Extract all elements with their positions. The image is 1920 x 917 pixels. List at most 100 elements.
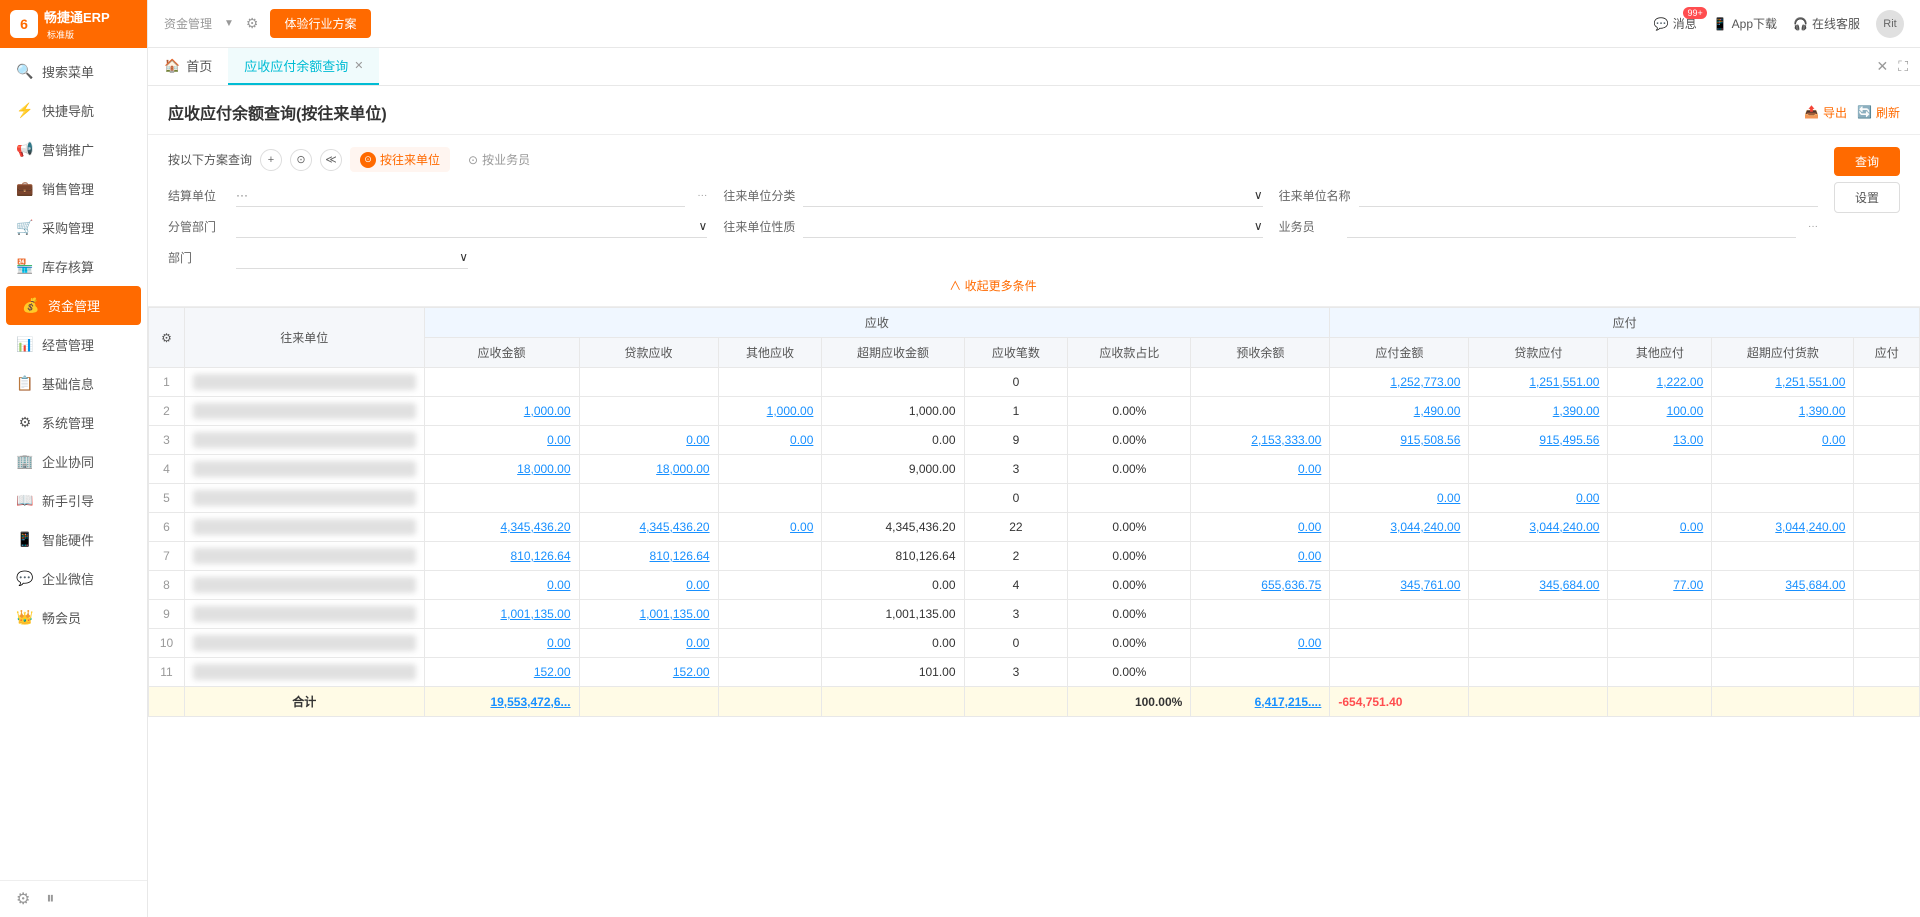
partner-cell[interactable] [185, 368, 425, 397]
dropdown3-icon: ∨ [1254, 219, 1263, 233]
collapse-label: 收起更多条件 [965, 279, 1037, 293]
app-download-button[interactable]: 📱 App下载 [1713, 15, 1777, 32]
query-buttons: 查询 设置 [1834, 147, 1900, 294]
footer-loan-payable [1469, 687, 1608, 717]
partner-nature-label: 往来单位性质 [723, 218, 795, 235]
sidebar-item-system[interactable]: ⚙ 系统管理 [0, 403, 147, 442]
user-avatar[interactable]: Rit [1876, 10, 1904, 38]
add-icon: + [268, 154, 274, 166]
sidebar-label-finance: 资金管理 [48, 296, 100, 315]
col-prepaid-balance: 预收余额 [1191, 338, 1330, 368]
copy-scheme-button[interactable]: ⊙ [290, 149, 312, 171]
partner-cell[interactable] [185, 600, 425, 629]
footer-receivable-amount[interactable]: 19,553,472,6... [424, 687, 579, 717]
newbie-icon: 📖 [16, 492, 34, 509]
sidebar-settings-icon[interactable]: ⚙ [16, 889, 30, 909]
sidebar-item-guide[interactable]: ⚡ 快捷导航 [0, 91, 147, 130]
table-settings-header[interactable]: ⚙ [149, 308, 185, 368]
topbar-gear-icon[interactable]: ⚙ [246, 15, 259, 32]
partner-cell[interactable] [185, 484, 425, 513]
filter-row-3: 部门 ∨ [168, 246, 1818, 269]
tab-query[interactable]: 应收应付余额查询 ✕ [228, 48, 379, 85]
partner-category-select[interactable]: ∨ [803, 184, 1262, 207]
salesperson-more[interactable]: ··· [1808, 221, 1818, 232]
filter-collapse-button[interactable]: ∧ 收起更多条件 [168, 269, 1818, 294]
close-window-icon[interactable]: ✕ [1876, 58, 1888, 75]
dropdown4-icon: ∨ [459, 250, 468, 264]
supervisor-dept-select[interactable]: ∨ [236, 215, 707, 238]
table-row: 101,252,773.001,251,551.001,222.001,251,… [149, 368, 1920, 397]
partner-cell[interactable] [185, 426, 425, 455]
department-select[interactable]: ∨ [236, 246, 468, 269]
salesperson-label: 业务员 [1279, 218, 1339, 235]
partner-cell[interactable] [185, 397, 425, 426]
back-button[interactable]: ≪ [320, 149, 342, 171]
scheme-active-icon: ⊙ [360, 152, 376, 168]
sidebar-item-smart[interactable]: 📱 智能硬件 [0, 520, 147, 559]
scheme-partner-button[interactable]: ⊙ 按往来单位 [350, 147, 450, 172]
salesperson-input[interactable] [1347, 215, 1796, 238]
export-button[interactable]: 📤 导出 [1804, 104, 1847, 121]
add-scheme-button[interactable]: + [260, 149, 282, 171]
partner-cell[interactable] [185, 658, 425, 687]
settlement-unit-input[interactable] [236, 184, 685, 207]
col-loan-receivable: 贷款应收 [579, 338, 718, 368]
topbar-dropdown-icon[interactable]: ▼ [224, 18, 234, 29]
sidebar-item-inventory[interactable]: 🏪 库存核算 [0, 247, 147, 286]
partner-name-label: 往来单位名称 [1279, 187, 1351, 204]
sidebar-item-basic[interactable]: 📋 基础信息 [0, 364, 147, 403]
tab-close-icon[interactable]: ✕ [354, 59, 363, 72]
department-label: 部门 [168, 249, 228, 266]
partner-cell[interactable] [185, 455, 425, 484]
sidebar-item-sales[interactable]: 💼 销售管理 [0, 169, 147, 208]
partner-name-input[interactable] [1359, 184, 1818, 207]
solution-button[interactable]: 体验行业方案 [270, 9, 370, 38]
sidebar-item-management[interactable]: 📊 经营管理 [0, 325, 147, 364]
sidebar-item-newbie[interactable]: 📖 新手引导 [0, 481, 147, 520]
col-overdue-payable: 超期应付货款 [1712, 338, 1854, 368]
partner-cell[interactable] [185, 542, 425, 571]
sidebar-item-enterprise[interactable]: 🏢 企业协同 [0, 442, 147, 481]
refresh-button[interactable]: 🔄 刷新 [1857, 104, 1900, 121]
dropdown-icon: ∨ [1254, 188, 1263, 202]
enterprise-icon: 🏢 [16, 453, 34, 470]
set-button[interactable]: 设置 [1834, 182, 1900, 213]
sidebar-collapse-icon[interactable]: ⏸ [46, 890, 54, 908]
settlement-unit-clear[interactable]: ··· [697, 190, 707, 201]
online-service-button[interactable]: 🎧 在线客服 [1793, 15, 1860, 32]
message-badge: 99+ [1683, 7, 1706, 19]
col-receivable-count: 应收笔数 [964, 338, 1068, 368]
tab-home[interactable]: 🏠 首页 [148, 48, 228, 85]
sidebar-item-wechat[interactable]: 💬 企业微信 [0, 559, 147, 598]
sidebar-item-marketing[interactable]: 📢 营销推广 [0, 130, 147, 169]
sidebar-item-member[interactable]: 👑 畅会员 [0, 598, 147, 637]
sidebar-footer: ⚙ ⏸ [0, 880, 147, 917]
filter-supervisor-dept: 分管部门 ∨ [168, 215, 707, 238]
tab-home-label: 首页 [186, 56, 212, 75]
partner-cell[interactable] [185, 571, 425, 600]
sidebar-label-guide: 快捷导航 [42, 101, 94, 120]
partner-nature-select[interactable]: ∨ [803, 215, 1262, 238]
message-button[interactable]: 💬 消息 99+ [1654, 15, 1697, 32]
footer-payable-amount: -654,751.40 [1330, 687, 1469, 717]
filter-department: 部门 ∨ [168, 246, 468, 269]
sidebar-item-search[interactable]: 🔍 搜索菜单 [0, 52, 147, 91]
settings-icon: ⚙ [161, 331, 172, 345]
supervisor-dept-label: 分管部门 [168, 218, 228, 235]
marketing-icon: 📢 [16, 141, 34, 158]
sidebar-item-finance[interactable]: 💰 资金管理 [6, 286, 141, 325]
table-row: 91,001,135.001,001,135.001,001,135.0030.… [149, 600, 1920, 629]
sidebar-logo: 6 畅捷通ERP 标准版 [0, 0, 147, 48]
scheme-salesperson-button[interactable]: ⊙ 按业务员 [458, 147, 540, 172]
footer-prepaid-balance[interactable]: 6,417,215.... [1191, 687, 1330, 717]
service-icon: 🎧 [1793, 17, 1808, 31]
maximize-icon[interactable]: ⛶ [1898, 58, 1908, 75]
partner-cell[interactable] [185, 629, 425, 658]
query-button[interactable]: 查询 [1834, 147, 1900, 176]
partner-cell[interactable] [185, 513, 425, 542]
inventory-icon: 🏪 [16, 258, 34, 275]
member-icon: 👑 [16, 609, 34, 626]
filter-area: 按以下方案查询 + ⊙ ≪ ⊙ 按往来单位 ⊙ [148, 135, 1920, 307]
sidebar-item-purchase[interactable]: 🛒 采购管理 [0, 208, 147, 247]
collapse-icon: ∧ [949, 279, 961, 293]
